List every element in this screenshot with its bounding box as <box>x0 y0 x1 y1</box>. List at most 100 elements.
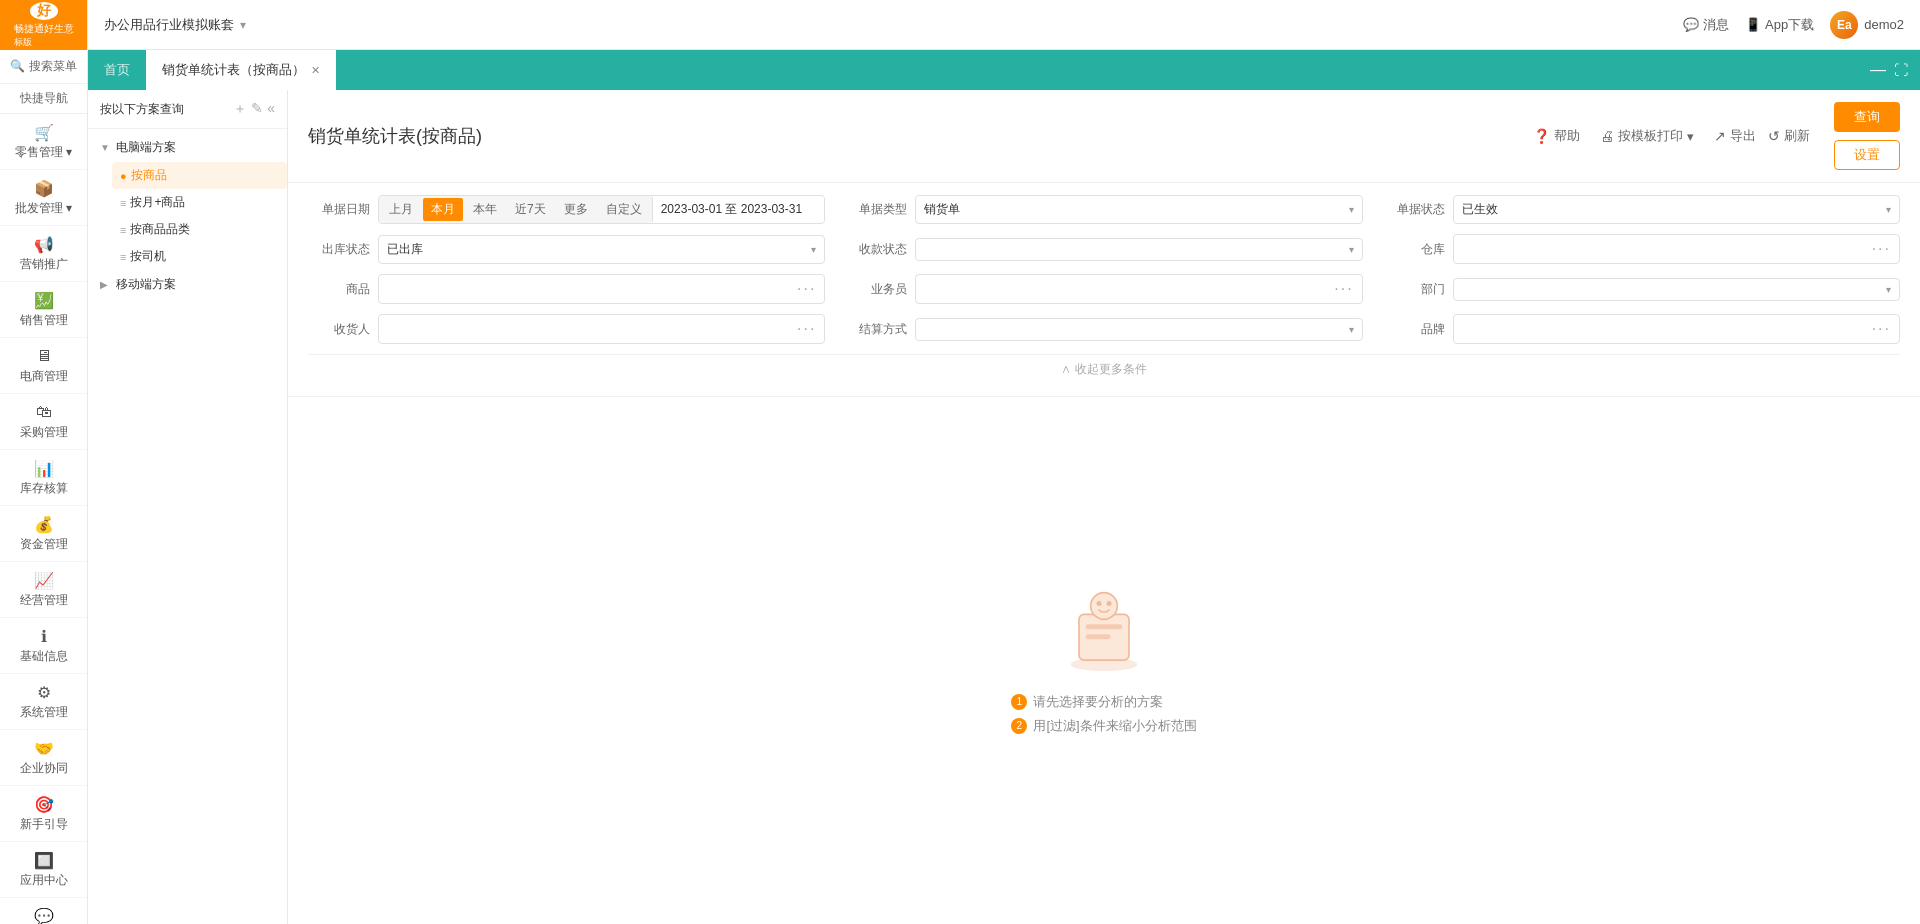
quick-nav-label: 快捷导航 <box>20 91 68 105</box>
sidebar-item-2[interactable]: 📢 营销推广 <box>0 226 87 282</box>
warehouse-dots[interactable]: ··· <box>1872 240 1891 258</box>
date-tab-this-year[interactable]: 本年 <box>465 198 505 221</box>
industry-dropdown-arrow[interactable]: ▾ <box>240 18 246 32</box>
receiver-input[interactable]: ··· <box>378 314 825 344</box>
date-range-value[interactable]: 2023-03-01 至 2023-03-31 <box>652 197 825 222</box>
user-info[interactable]: Ea demo2 <box>1830 11 1904 39</box>
tab-home-label: 首页 <box>104 61 130 79</box>
sidebar-item-14[interactable]: 💬 企业微信 <box>0 898 87 924</box>
sidebar-item-7[interactable]: 💰 资金管理 <box>0 506 87 562</box>
window-minimize-icon[interactable]: — <box>1870 61 1886 79</box>
pc-scheme-node[interactable]: ▼ 电脑端方案 <box>88 133 287 162</box>
order-type-field: 单据类型 销货单 ▾ <box>845 195 1362 224</box>
settings-btn[interactable]: 设置 <box>1834 140 1900 170</box>
date-tab-more[interactable]: 更多 <box>556 198 596 221</box>
out-status-input[interactable]: 已出库 ▾ <box>378 235 825 264</box>
warehouse-input[interactable]: ··· <box>1453 234 1900 264</box>
sidebar-item-5[interactable]: 🛍 采购管理 <box>0 394 87 450</box>
add-scheme-icon[interactable]: ＋ <box>233 100 247 118</box>
receiver-dots[interactable]: ··· <box>797 320 816 338</box>
product-input[interactable]: ··· <box>378 274 825 304</box>
svg-point-6 <box>1107 601 1112 606</box>
order-status-input[interactable]: 已生效 ▾ <box>1453 195 1900 224</box>
sidebar-icon-0: 🛒 <box>34 122 54 142</box>
tab-report[interactable]: 销货单统计表（按商品） ✕ <box>146 50 336 90</box>
collapse-conditions-btn[interactable]: ∧ 收起更多条件 <box>308 354 1900 384</box>
brand-input[interactable]: ··· <box>1453 314 1900 344</box>
scheme-by-product[interactable]: ● 按商品 <box>112 162 287 189</box>
sidebar-item-10[interactable]: ⚙ 系统管理 <box>0 674 87 730</box>
app-download-icon: 📱 <box>1745 17 1761 32</box>
date-tab-custom[interactable]: 自定义 <box>598 198 650 221</box>
salesperson-input[interactable]: ··· <box>915 274 1362 304</box>
sidebar-item-3[interactable]: 💹 销售管理 <box>0 282 87 338</box>
collapse-label: ∧ 收起更多条件 <box>1061 362 1146 376</box>
payment-status-arrow: ▾ <box>1349 244 1354 255</box>
product-dots[interactable]: ··· <box>797 280 816 298</box>
payment-status-input[interactable]: ▾ <box>915 238 1362 261</box>
tab-home[interactable]: 首页 <box>88 50 146 90</box>
sidebar-item-12[interactable]: 🎯 新手引导 <box>0 786 87 842</box>
mobile-scheme-node[interactable]: ▶ 移动端方案 <box>88 270 287 299</box>
sidebar-item-13[interactable]: 🔲 应用中心 <box>0 842 87 898</box>
sidebar-item-6[interactable]: 📊 库存核算 <box>0 450 87 506</box>
sidebar-icon-1: 📦 <box>34 178 54 198</box>
department-input[interactable]: ▾ <box>1453 278 1900 301</box>
query-btn[interactable]: 查询 <box>1834 102 1900 132</box>
print-dropdown-icon[interactable]: ▾ <box>1687 129 1694 144</box>
refresh-label: 刷新 <box>1784 127 1810 145</box>
date-tab-this-month[interactable]: 本月 <box>423 198 463 221</box>
help-btn[interactable]: ❓ 帮助 <box>1533 127 1580 145</box>
filter-row-1: 单据日期 上月 本月 本年 近7天 更多 自定义 2023-03-01 至 20… <box>308 195 1900 224</box>
warehouse-field: 仓库 ··· <box>1383 234 1900 264</box>
settlement-field: 结算方式 ▾ <box>845 318 1362 341</box>
salesperson-label: 业务员 <box>845 281 915 298</box>
template-print-btn[interactable]: 🖨 按模板打印 ▾ <box>1592 123 1702 149</box>
department-arrow: ▾ <box>1886 284 1891 295</box>
sidebar-item-9[interactable]: ℹ 基础信息 <box>0 618 87 674</box>
sidebar-item-4[interactable]: 🖥 电商管理 <box>0 338 87 394</box>
sidebar-item-8[interactable]: 📈 经营管理 <box>0 562 87 618</box>
scheme-by-month-product[interactable]: ≡ 按月+商品 <box>112 189 287 216</box>
sidebar-item-1[interactable]: 📦 批发管理 ▾ <box>0 170 87 226</box>
edit-scheme-icon[interactable]: ✎ <box>251 100 263 118</box>
sidebar-item-0[interactable]: 🛒 零售管理 ▾ <box>0 114 87 170</box>
receiver-label: 收货人 <box>308 321 378 338</box>
date-tab-7days[interactable]: 近7天 <box>507 198 554 221</box>
app-download-btn[interactable]: 📱 App下载 <box>1745 16 1814 34</box>
svg-point-5 <box>1097 601 1102 606</box>
search-menu-label: 搜索菜单 <box>29 59 77 73</box>
export-icon: ↗ <box>1714 128 1726 144</box>
empty-tip-1: 1 请先选择要分析的方案 <box>1011 693 1196 711</box>
settlement-input[interactable]: ▾ <box>915 318 1362 341</box>
scheme-by-driver[interactable]: ≡ 按司机 <box>112 243 287 270</box>
sidebar-icon-7: 💰 <box>34 514 54 534</box>
sidebar-icon-6: 📊 <box>34 458 54 478</box>
order-status-field: 单据状态 已生效 ▾ <box>1383 195 1900 224</box>
salesperson-dots[interactable]: ··· <box>1334 280 1353 298</box>
left-panel-title: 按以下方案查询 <box>100 101 184 118</box>
filter-row-2: 出库状态 已出库 ▾ 收款状态 ▾ 仓库 <box>308 234 1900 264</box>
message-btn[interactable]: 💬 消息 <box>1683 16 1729 34</box>
tab-close-icon[interactable]: ✕ <box>311 64 320 77</box>
order-status-label: 单据状态 <box>1383 201 1453 218</box>
sidebar-item-11[interactable]: 🤝 企业协同 <box>0 730 87 786</box>
search-menu[interactable]: 🔍 搜索菜单 <box>0 50 87 84</box>
date-tab-last-month[interactable]: 上月 <box>381 198 421 221</box>
scheme-by-category[interactable]: ≡ 按商品品类 <box>112 216 287 243</box>
product-field: 商品 ··· <box>308 274 825 304</box>
date-tabs: 上月 本月 本年 近7天 更多 自定义 <box>379 196 652 223</box>
sidebar-icon-2: 📢 <box>34 234 54 254</box>
brand-dots[interactable]: ··· <box>1872 320 1891 338</box>
order-type-input[interactable]: 销货单 ▾ <box>915 195 1362 224</box>
export-btn[interactable]: ↗ 导出 <box>1714 127 1756 145</box>
order-type-value: 销货单 <box>924 201 960 218</box>
help-label: 帮助 <box>1554 127 1580 145</box>
refresh-btn[interactable]: ↺ 刷新 <box>1768 127 1810 145</box>
quick-nav[interactable]: 快捷导航 <box>0 84 87 114</box>
topbar-left: 办公用品行业模拟账套 ▾ <box>104 16 246 34</box>
order-type-label: 单据类型 <box>845 201 915 218</box>
window-maximize-icon[interactable]: ⛶ <box>1894 62 1908 78</box>
collapse-panel-icon[interactable]: « <box>267 100 275 118</box>
pc-scheme-children: ● 按商品 ≡ 按月+商品 ≡ 按商品品类 ≡ 按司机 <box>88 162 287 270</box>
